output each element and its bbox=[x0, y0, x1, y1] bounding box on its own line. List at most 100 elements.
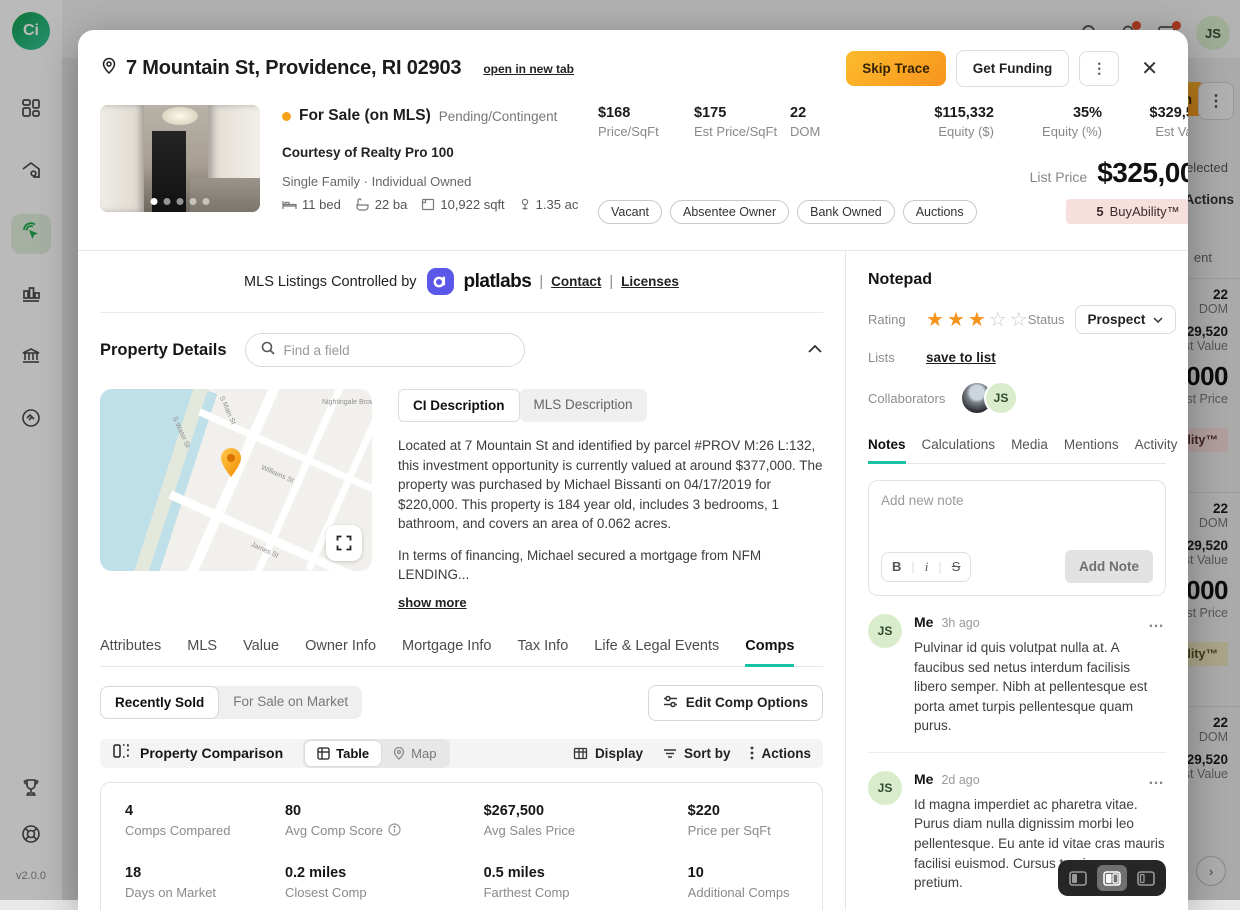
notepad-tabs: Notes Calculations Media Mentions Activi… bbox=[868, 437, 1166, 464]
italic-button[interactable]: i bbox=[925, 559, 929, 575]
baths-feature: 22 ba bbox=[355, 197, 408, 212]
open-in-new-tab-link[interactable]: open in new tab bbox=[483, 62, 574, 76]
sliders-icon bbox=[663, 694, 678, 712]
property-details-title: Property Details bbox=[100, 341, 227, 360]
collaborators-label: Collaborators bbox=[868, 391, 960, 406]
notepad-title: Notepad bbox=[868, 271, 1166, 289]
layout-split-icon[interactable] bbox=[1097, 865, 1127, 891]
tab-mls[interactable]: MLS bbox=[187, 638, 217, 666]
stat-price-sqft: $168Price/SqFt bbox=[598, 105, 694, 139]
layout-left-collapsed-icon[interactable] bbox=[1063, 865, 1093, 891]
view-table[interactable]: Table bbox=[305, 741, 381, 766]
format-toolbar: B | i | S bbox=[881, 552, 971, 582]
tag-auctions[interactable]: Auctions bbox=[903, 200, 977, 224]
rating-stars[interactable]: ★ ★ ★ ☆ ☆ bbox=[926, 310, 1028, 330]
tab-notes[interactable]: Notes bbox=[868, 437, 906, 464]
star-icon[interactable]: ★ bbox=[947, 310, 965, 330]
map-street-label: Williams St bbox=[260, 464, 294, 484]
note-menu-icon[interactable]: … bbox=[1148, 771, 1166, 789]
mls-attribution-bar: MLS Listings Controlled by platlabs | Co… bbox=[100, 251, 823, 313]
display-button[interactable]: Display bbox=[573, 746, 643, 761]
status-label: Status bbox=[1028, 312, 1065, 327]
tag-vacant[interactable]: Vacant bbox=[598, 200, 662, 224]
close-icon[interactable]: ✕ bbox=[1133, 52, 1166, 85]
get-funding-button[interactable]: Get Funding bbox=[956, 50, 1069, 87]
find-field-search[interactable] bbox=[245, 333, 525, 367]
property-photo[interactable] bbox=[100, 105, 260, 212]
notepad-panel: Notepad Rating ★ ★ ★ ☆ ☆ Status Prospect… bbox=[845, 251, 1188, 910]
map-fullscreen-button[interactable] bbox=[326, 525, 362, 561]
star-icon[interactable]: ★ bbox=[968, 310, 986, 330]
stat-avg-sales-price: $267,500Avg Sales Price bbox=[484, 803, 688, 839]
stat-closest-comp: 0.2 milesClosest Comp bbox=[285, 865, 484, 900]
property-comparison-toolbar: Property Comparison Table Map Display So… bbox=[100, 739, 823, 768]
skip-trace-button[interactable]: Skip Trace bbox=[846, 51, 946, 86]
note-text: Pulvinar id quis volutpat nulla at. A fa… bbox=[914, 638, 1166, 736]
comps-mode-toggle: Recently Sold For Sale on Market bbox=[100, 686, 362, 719]
note-author: Me bbox=[914, 771, 933, 787]
stat-dom: 22DOM bbox=[790, 105, 886, 139]
note-input[interactable] bbox=[881, 493, 1153, 537]
compare-icon bbox=[112, 742, 130, 765]
tab-attributes[interactable]: Attributes bbox=[100, 638, 161, 666]
view-map[interactable]: Map bbox=[381, 741, 448, 766]
tag-absentee-owner[interactable]: Absentee Owner bbox=[670, 200, 789, 224]
tab-mls-description[interactable]: MLS Description bbox=[520, 389, 647, 422]
modal-kebab-button[interactable]: ⋮ bbox=[1079, 51, 1119, 86]
chevron-up-icon[interactable] bbox=[807, 341, 823, 359]
note-item: JS Me 3h ago … Pulvinar id quis volutpat… bbox=[868, 596, 1166, 753]
stat-est-price-sqft: $175Est Price/SqFt bbox=[694, 105, 790, 139]
bold-button[interactable]: B bbox=[892, 559, 901, 574]
tab-value[interactable]: Value bbox=[243, 638, 279, 666]
note-avatar: JS bbox=[868, 771, 902, 805]
map-pin-icon bbox=[218, 447, 244, 484]
description-paragraph: In terms of financing, Michael secured a… bbox=[398, 546, 823, 585]
comparison-title: Property Comparison bbox=[140, 745, 283, 761]
tab-life-legal-events[interactable]: Life & Legal Events bbox=[594, 638, 719, 666]
save-to-list-link[interactable]: save to list bbox=[926, 350, 996, 365]
stat-equity-dollars: $115,332Equity ($) bbox=[886, 105, 994, 139]
tab-media[interactable]: Media bbox=[1011, 437, 1048, 463]
find-field-input[interactable] bbox=[284, 343, 510, 358]
note-menu-icon[interactable]: … bbox=[1148, 614, 1166, 632]
search-icon bbox=[260, 340, 276, 361]
tab-ci-description[interactable]: CI Description bbox=[398, 389, 520, 422]
note-author: Me bbox=[914, 614, 933, 630]
star-icon[interactable]: ★ bbox=[926, 310, 944, 330]
platlabs-logo-icon bbox=[427, 268, 454, 295]
strikethrough-button[interactable]: S bbox=[952, 559, 961, 574]
show-more-link[interactable]: show more bbox=[398, 595, 467, 610]
tab-calculations[interactable]: Calculations bbox=[922, 437, 996, 463]
actions-kebab-button[interactable]: Actions bbox=[750, 746, 811, 761]
photo-carousel-dots[interactable] bbox=[151, 198, 210, 205]
toggle-for-sale-on-market[interactable]: For Sale on Market bbox=[219, 686, 362, 719]
tab-activity[interactable]: Activity bbox=[1135, 437, 1178, 463]
property-address-title: 7 Mountain St, Providence, RI 02903 bbox=[126, 57, 461, 80]
star-icon[interactable]: ☆ bbox=[1010, 310, 1028, 330]
collaborator-avatar-initials[interactable]: JS bbox=[984, 381, 1018, 415]
tag-bank-owned[interactable]: Bank Owned bbox=[797, 200, 895, 224]
buyability-badge: 5BuyAbility™ bbox=[1066, 199, 1188, 224]
tab-comps[interactable]: Comps bbox=[745, 638, 794, 667]
star-icon[interactable]: ☆ bbox=[989, 310, 1007, 330]
tab-mentions[interactable]: Mentions bbox=[1064, 437, 1119, 463]
toggle-recently-sold[interactable]: Recently Sold bbox=[100, 686, 219, 719]
licenses-link[interactable]: Licenses bbox=[621, 274, 679, 289]
tab-owner-info[interactable]: Owner Info bbox=[305, 638, 376, 666]
for-sale-status-dot bbox=[282, 112, 291, 121]
tab-tax-info[interactable]: Tax Info bbox=[518, 638, 569, 666]
property-detail-modal: 7 Mountain St, Providence, RI 02903 open… bbox=[78, 30, 1188, 910]
tab-mortgage-info[interactable]: Mortgage Info bbox=[402, 638, 491, 666]
sort-by-button[interactable]: Sort by bbox=[663, 746, 731, 761]
note-avatar: JS bbox=[868, 614, 902, 648]
add-note-button[interactable]: Add Note bbox=[1065, 550, 1153, 583]
info-icon[interactable] bbox=[388, 823, 401, 839]
property-type-line: Single Family · Individual Owned bbox=[282, 174, 598, 189]
contact-link[interactable]: Contact bbox=[551, 274, 601, 289]
property-map[interactable]: S Main St S Water St Williams St James S… bbox=[100, 389, 372, 571]
edit-comp-options-button[interactable]: Edit Comp Options bbox=[648, 685, 823, 721]
layout-left-bar-icon[interactable] bbox=[1131, 865, 1161, 891]
comps-stats-card: 4Comps Compared 80Avg Comp Score $267,50… bbox=[100, 782, 823, 910]
list-price-label: List Price bbox=[1030, 169, 1088, 185]
status-dropdown[interactable]: Prospect bbox=[1075, 305, 1177, 334]
